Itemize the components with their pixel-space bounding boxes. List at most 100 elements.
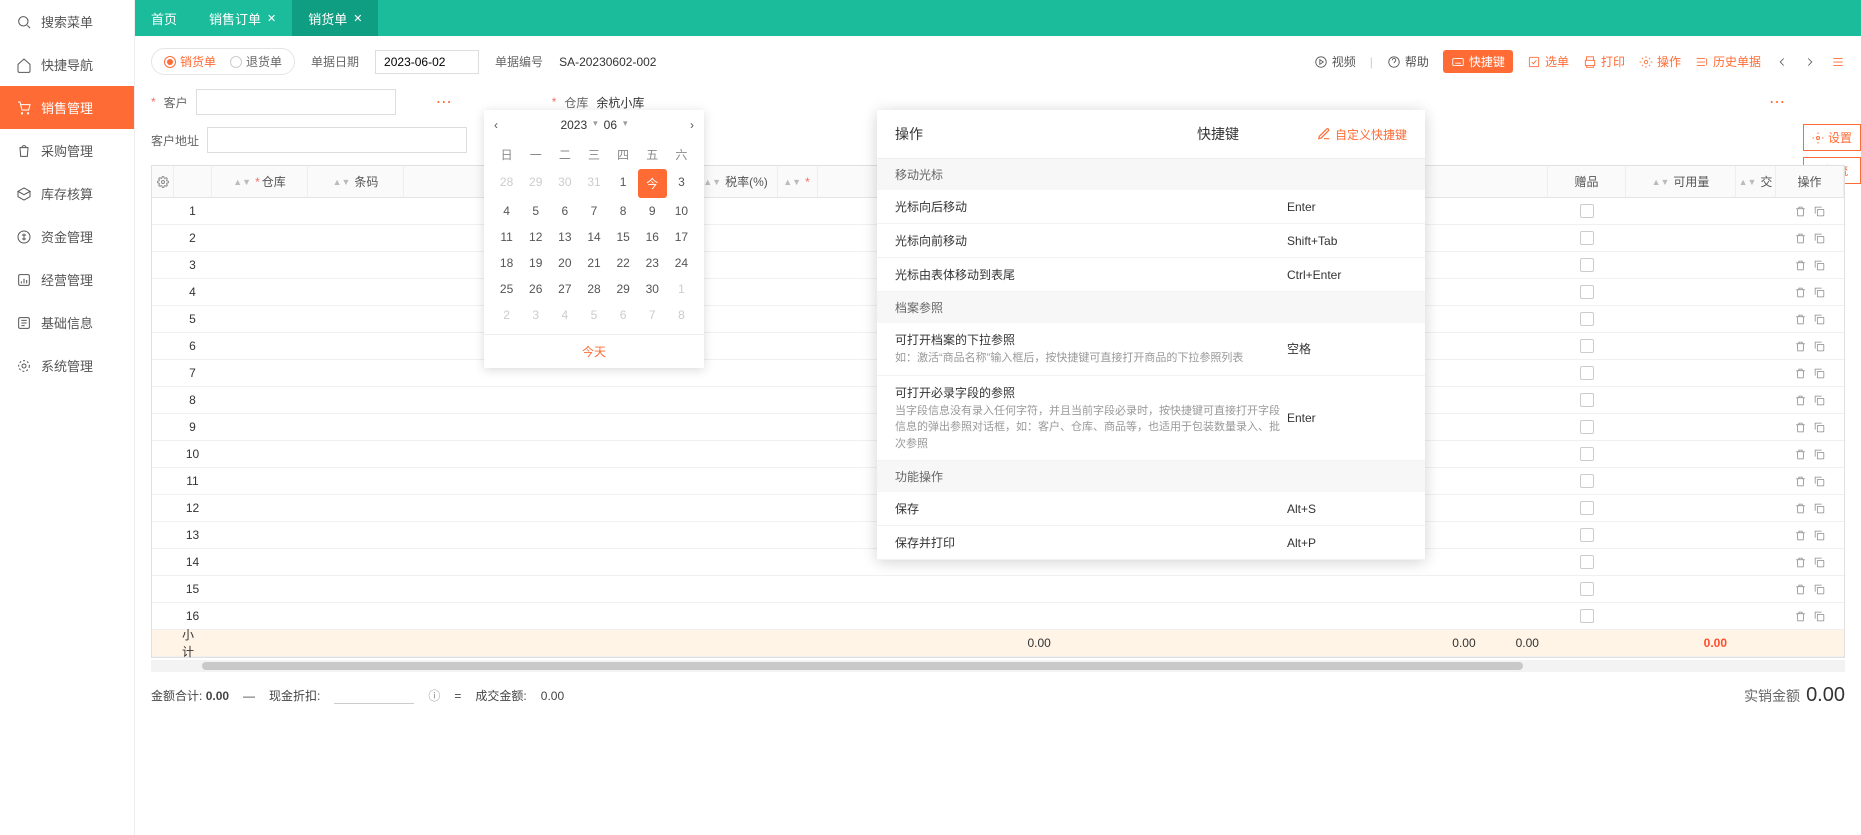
col-deliver[interactable]: ▲▼交 [1736, 166, 1776, 197]
cal-day[interactable]: 1 [667, 276, 696, 302]
gift-checkbox[interactable] [1580, 312, 1594, 326]
cal-day[interactable]: 4 [550, 302, 579, 328]
copy-icon[interactable] [1813, 394, 1826, 407]
cal-month[interactable]: 06 [604, 118, 617, 132]
cal-day[interactable]: 5 [521, 198, 550, 224]
radio-sales[interactable]: 销货单 [164, 53, 216, 70]
cal-day[interactable]: 16 [638, 224, 667, 250]
col-barcode[interactable]: ▲▼条码 [308, 166, 404, 197]
warehouse-value[interactable]: 余杭小库 [596, 94, 644, 111]
delete-icon[interactable] [1794, 313, 1807, 326]
tab[interactable]: 销货单✕ [292, 0, 378, 36]
delete-icon[interactable] [1794, 232, 1807, 245]
cal-day[interactable]: 23 [638, 250, 667, 276]
toolbar-operate[interactable]: 操作 [1639, 53, 1681, 70]
more-dots-icon-2[interactable]: ⋯ [1769, 92, 1785, 112]
toolbar-history[interactable]: 历史单据 [1695, 53, 1761, 70]
cal-day[interactable]: 29 [609, 276, 638, 302]
delete-icon[interactable] [1794, 610, 1807, 623]
toolbar-select[interactable]: 选单 [1527, 53, 1569, 70]
delete-icon[interactable] [1794, 448, 1807, 461]
cal-day[interactable]: 6 [609, 302, 638, 328]
table-row[interactable]: 15 [152, 576, 1844, 603]
cal-day[interactable]: 3 [521, 302, 550, 328]
gift-checkbox[interactable] [1580, 366, 1594, 380]
more-dots-icon[interactable]: ⋯ [436, 92, 452, 112]
copy-icon[interactable] [1813, 367, 1826, 380]
gift-checkbox[interactable] [1580, 474, 1594, 488]
delete-icon[interactable] [1794, 475, 1807, 488]
cal-day[interactable]: 28 [492, 169, 521, 198]
table-row[interactable]: 16 [152, 603, 1844, 630]
cal-day[interactable]: 25 [492, 276, 521, 302]
close-icon[interactable]: ✕ [353, 12, 362, 25]
delete-icon[interactable] [1794, 583, 1807, 596]
discount-input[interactable] [334, 688, 414, 704]
cal-today-button[interactable]: 今天 [484, 334, 704, 368]
cal-day[interactable]: 4 [492, 198, 521, 224]
cal-day[interactable]: 24 [667, 250, 696, 276]
copy-icon[interactable] [1813, 232, 1826, 245]
delete-icon[interactable] [1794, 367, 1807, 380]
copy-icon[interactable] [1813, 259, 1826, 272]
sidebar-item-gear[interactable]: 系统管理 [0, 344, 134, 387]
cal-day[interactable]: 30 [550, 169, 579, 198]
toolbar-prev[interactable] [1775, 55, 1789, 69]
copy-icon[interactable] [1813, 475, 1826, 488]
cal-day[interactable]: 11 [492, 224, 521, 250]
sidebar-item-report[interactable]: 经营管理 [0, 258, 134, 301]
delete-icon[interactable] [1794, 205, 1807, 218]
gift-checkbox[interactable] [1580, 231, 1594, 245]
col-warehouse[interactable]: ▲▼*仓库 [212, 166, 308, 197]
cal-day[interactable]: 今 [638, 169, 667, 198]
cal-day[interactable]: 31 [579, 169, 608, 198]
toolbar-video[interactable]: 视频 [1314, 53, 1356, 70]
delete-icon[interactable] [1794, 529, 1807, 542]
delete-icon[interactable] [1794, 394, 1807, 407]
delete-icon[interactable] [1794, 340, 1807, 353]
tab[interactable]: 销售订单✕ [193, 0, 292, 36]
col-gift[interactable]: 赠品 [1548, 166, 1626, 197]
cal-day[interactable]: 12 [521, 224, 550, 250]
cal-day[interactable]: 7 [638, 302, 667, 328]
cal-day[interactable]: 7 [579, 198, 608, 224]
cal-day[interactable]: 18 [492, 250, 521, 276]
gift-checkbox[interactable] [1580, 204, 1594, 218]
copy-icon[interactable] [1813, 286, 1826, 299]
gift-checkbox[interactable] [1580, 258, 1594, 272]
cal-prev-icon[interactable]: ‹ [494, 118, 498, 132]
delete-icon[interactable] [1794, 421, 1807, 434]
sidebar-item-box[interactable]: 库存核算 [0, 172, 134, 215]
close-icon[interactable]: ✕ [267, 12, 276, 25]
gift-checkbox[interactable] [1580, 582, 1594, 596]
sidebar-item-home[interactable]: 快捷导航 [0, 43, 134, 86]
cal-day[interactable]: 30 [638, 276, 667, 302]
copy-icon[interactable] [1813, 529, 1826, 542]
col-tax[interactable]: ▲▼税率(%) [694, 166, 778, 197]
date-picker[interactable] [375, 50, 479, 74]
cal-day[interactable]: 22 [609, 250, 638, 276]
copy-icon[interactable] [1813, 421, 1826, 434]
cal-day[interactable]: 1 [609, 169, 638, 198]
gift-checkbox[interactable] [1580, 447, 1594, 461]
sidebar-item-bag[interactable]: 采购管理 [0, 129, 134, 172]
cal-day[interactable]: 10 [667, 198, 696, 224]
sidebar-item-search[interactable]: 搜索菜单 [0, 0, 134, 43]
toolbar-print[interactable]: 打印 [1583, 53, 1625, 70]
copy-icon[interactable] [1813, 205, 1826, 218]
radio-return[interactable]: 退货单 [230, 53, 282, 70]
cal-day[interactable]: 26 [521, 276, 550, 302]
toolbar-help[interactable]: 帮助 [1387, 53, 1429, 70]
cal-year[interactable]: 2023 [560, 118, 587, 132]
sidebar-item-money[interactable]: 资金管理 [0, 215, 134, 258]
cal-day[interactable]: 8 [609, 198, 638, 224]
cal-day[interactable]: 29 [521, 169, 550, 198]
copy-icon[interactable] [1813, 448, 1826, 461]
custom-shortcut-button[interactable]: 自定义快捷键 [1317, 126, 1407, 143]
col-gear[interactable] [152, 166, 174, 197]
copy-icon[interactable] [1813, 610, 1826, 623]
date-input[interactable] [384, 55, 464, 69]
cal-day[interactable]: 8 [667, 302, 696, 328]
copy-icon[interactable] [1813, 583, 1826, 596]
gift-checkbox[interactable] [1580, 555, 1594, 569]
